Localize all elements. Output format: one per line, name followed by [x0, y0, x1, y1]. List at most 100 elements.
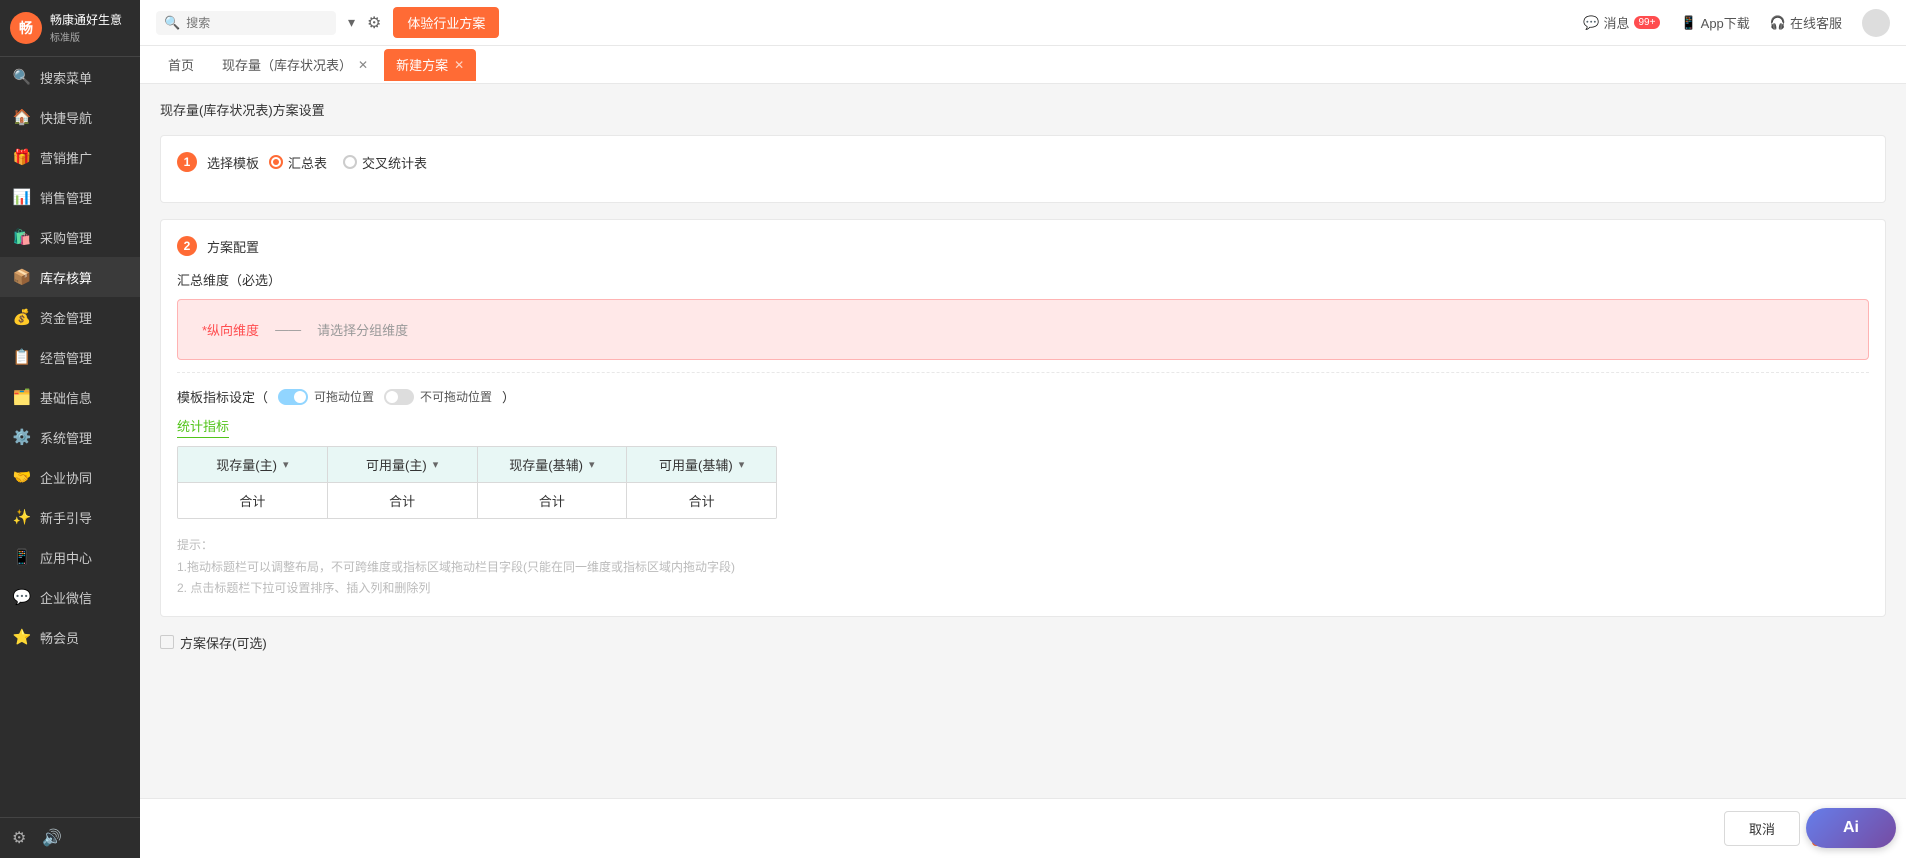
app-download-item[interactable]: 📱 App下载 — [1680, 13, 1749, 32]
sidebar-item-apps[interactable]: 📱 应用中心 — [0, 537, 140, 577]
save-option: 方案保存(可选) — [160, 633, 1886, 652]
sidebar-item-member-label: 畅会员 — [40, 628, 79, 647]
draggable-toggle[interactable]: 可拖动位置 — [278, 388, 374, 405]
dimension-required-mark: *纵向维度 — [202, 320, 259, 339]
radio-summary-label: 汇总表 — [288, 153, 327, 172]
stats-col-3-label: 可用量(基辅) — [659, 455, 733, 474]
section-plan-config: 2 方案配置 汇总维度（必选） *纵向维度 —— 请选择分组维度 模板指标设定（… — [160, 219, 1886, 617]
volume-icon[interactable]: 🔊 — [42, 828, 62, 848]
app-logo-icon: 畅 — [10, 12, 42, 44]
sidebar-item-search-label: 搜索菜单 — [40, 68, 92, 87]
search-box[interactable]: 🔍 — [156, 11, 336, 35]
trial-button[interactable]: 体验行业方案 — [393, 7, 499, 38]
sidebar-item-inventory-label: 库存核算 — [40, 268, 92, 287]
search-input[interactable] — [186, 16, 328, 30]
save-checkbox[interactable] — [160, 635, 174, 649]
radio-cross[interactable]: 交叉统计表 — [343, 153, 427, 172]
sidebar: 畅 畅康通好生意 标准版 🔍 搜索菜单 🏠 快捷导航 🎁 营销推广 📊 销售管理… — [0, 0, 140, 858]
section-divider — [177, 372, 1869, 373]
star-icon: ⭐ — [12, 627, 32, 647]
tip-2: 2. 点击标题栏下拉可设置排序、插入列和删除列 — [177, 578, 1869, 600]
sidebar-bottom: ⚙ 🔊 — [0, 817, 140, 858]
stats-col-1[interactable]: 可用量(主) ▾ — [328, 447, 478, 482]
step2-header: 2 方案配置 — [177, 236, 1869, 256]
stats-section: 统计指标 现存量(主) ▾ 可用量(主) ▾ 现存量(基辅) — [177, 416, 1869, 519]
sparkle-icon: ✨ — [12, 507, 32, 527]
sidebar-item-search[interactable]: 🔍 搜索菜单 — [0, 57, 140, 97]
settings-icon[interactable]: ⚙ — [12, 828, 26, 848]
tab-inventory-status[interactable]: 现存量（库存状况表） ✕ — [210, 49, 380, 81]
sidebar-item-finance[interactable]: 💰 资金管理 — [0, 297, 140, 337]
radio-cross-label: 交叉统计表 — [362, 153, 427, 172]
stats-col-0-chevron[interactable]: ▾ — [283, 458, 289, 471]
sidebar-item-newbie[interactable]: ✨ 新手引导 — [0, 497, 140, 537]
sidebar-item-cooperation[interactable]: 🤝 企业协同 — [0, 457, 140, 497]
stats-table-row-0: 合计 合计 合计 合计 — [178, 482, 776, 518]
cancel-button[interactable]: 取消 — [1724, 811, 1800, 846]
money-icon: 💰 — [12, 307, 32, 327]
chat-icon: 💬 — [12, 587, 32, 607]
tab-home[interactable]: 首页 — [156, 49, 206, 81]
dimension-area[interactable]: *纵向维度 —— 请选择分组维度 — [177, 299, 1869, 360]
clipboard-icon: 📋 — [12, 347, 32, 367]
sidebar-item-sales[interactable]: 📊 销售管理 — [0, 177, 140, 217]
radio-summary[interactable]: 汇总表 — [269, 153, 327, 172]
online-service-item[interactable]: 🎧 在线客服 — [1770, 13, 1842, 32]
home-icon: 🏠 — [12, 107, 32, 127]
draggable-toggle-box — [278, 389, 308, 405]
sidebar-item-system[interactable]: ⚙️ 系统管理 — [0, 417, 140, 457]
page-title: 现存量(库存状况表)方案设置 — [160, 100, 1886, 119]
topbar-right: 💬 消息 99+ 📱 App下载 🎧 在线客服 — [1583, 9, 1890, 37]
footer: 取消 查询 — [140, 798, 1906, 858]
template-radio-group: 汇总表 交叉统计表 — [269, 153, 427, 172]
tab-inventory-close-icon[interactable]: ✕ — [358, 58, 368, 72]
dimension-dash: —— — [275, 322, 301, 337]
sidebar-item-member[interactable]: ⭐ 畅会员 — [0, 617, 140, 657]
sidebar-item-shortcuts[interactable]: 🏠 快捷导航 — [0, 97, 140, 137]
search-nav-icon: 🔍 — [12, 67, 32, 87]
stats-col-1-chevron[interactable]: ▾ — [433, 458, 439, 471]
messages-item[interactable]: 💬 消息 99+ — [1583, 13, 1660, 32]
sidebar-item-purchase[interactable]: 🛍️ 采购管理 — [0, 217, 140, 257]
sidebar-item-basic-label: 基础信息 — [40, 388, 92, 407]
sidebar-item-operations[interactable]: 📋 经营管理 — [0, 337, 140, 377]
tab-new-plan-close-icon[interactable]: ✕ — [454, 58, 464, 72]
topbar-gear-icon[interactable]: ⚙ — [367, 13, 381, 33]
tip-1: 1.拖动标题栏可以调整布局，不可跨维度或指标区域拖动栏目字段(只能在同一维度或指… — [177, 557, 1869, 579]
tips-section: 提示： 1.拖动标题栏可以调整布局，不可跨维度或指标区域拖动栏目字段(只能在同一… — [177, 535, 1869, 600]
stats-table: 现存量(主) ▾ 可用量(主) ▾ 现存量(基辅) ▾ 可用量(基辅) — [177, 446, 777, 519]
search-icon: 🔍 — [164, 15, 180, 31]
stats-col-3[interactable]: 可用量(基辅) ▾ — [627, 447, 776, 482]
tab-inventory-label: 现存量（库存状况表） — [222, 55, 352, 74]
section-choose-template: 1 选择模板 汇总表 交叉统计表 — [160, 135, 1886, 203]
sidebar-item-marketing[interactable]: 🎁 营销推广 — [0, 137, 140, 177]
step2-badge: 2 — [177, 236, 197, 256]
stats-col-2[interactable]: 现存量(基辅) ▾ — [478, 447, 628, 482]
stats-table-header: 现存量(主) ▾ 可用量(主) ▾ 现存量(基辅) ▾ 可用量(基辅) — [178, 447, 776, 482]
step1-badge: 1 — [177, 152, 197, 172]
stats-col-0-label: 现存量(主) — [216, 455, 277, 474]
tab-new-plan[interactable]: 新建方案 ✕ — [384, 49, 476, 81]
tip-label: 提示： — [177, 535, 1869, 557]
stats-cell-0-1: 合计 — [328, 483, 478, 518]
stats-col-0[interactable]: 现存量(主) ▾ — [178, 447, 328, 482]
messages-label: 消息 — [1603, 13, 1629, 32]
topbar-dropdown-icon[interactable]: ▾ — [348, 14, 355, 31]
step1-title: 选择模板 — [207, 153, 259, 172]
stats-title: 统计指标 — [177, 416, 229, 438]
sidebar-item-wechat[interactable]: 💬 企业微信 — [0, 577, 140, 617]
ai-float-button[interactable]: Ai — [1806, 808, 1896, 848]
sidebar-item-basic[interactable]: 🗂️ 基础信息 — [0, 377, 140, 417]
stats-col-2-chevron[interactable]: ▾ — [589, 458, 595, 471]
main-area: 🔍 ▾ ⚙ 体验行业方案 💬 消息 99+ 📱 App下载 🎧 在线客服 — [140, 0, 1906, 858]
chart-icon: 📊 — [12, 187, 32, 207]
stats-col-3-chevron[interactable]: ▾ — [739, 458, 745, 471]
user-avatar[interactable] — [1862, 9, 1890, 37]
indicator-setting: 模板指标设定（ 可拖动位置 不可拖动位置 ） — [177, 387, 1869, 406]
radio-cross-dot — [343, 155, 357, 169]
indicator-setting-suffix: ） — [502, 387, 515, 406]
app-download-label: App下载 — [1701, 13, 1750, 32]
sidebar-item-inventory[interactable]: 📦 库存核算 — [0, 257, 140, 297]
app-name: 畅康通好生意 — [50, 12, 122, 29]
folder-icon: 🗂️ — [12, 387, 32, 407]
